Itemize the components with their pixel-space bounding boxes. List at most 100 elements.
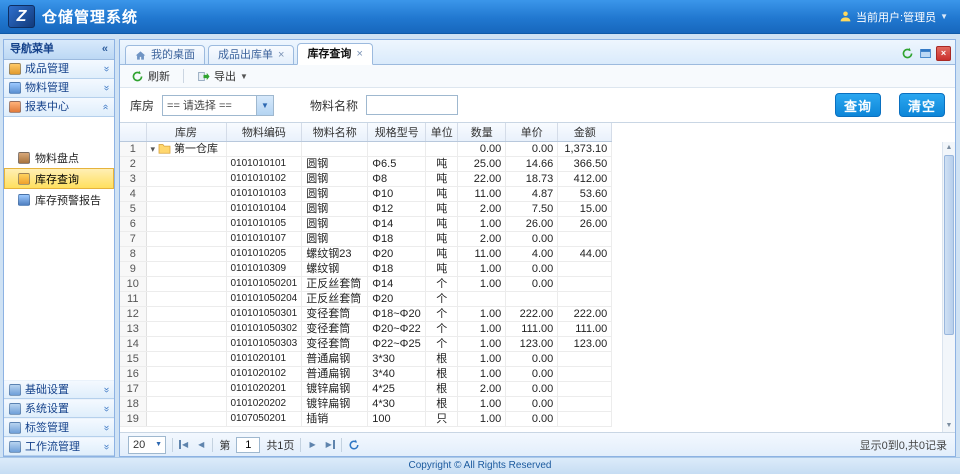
main-panel: 我的桌面 成品出库单 × 库存查询 × × (119, 39, 956, 457)
cell-name: 变径套筒 (302, 321, 368, 336)
first-page-icon[interactable]: ◀ (179, 440, 190, 449)
combo-arrow-icon[interactable]: ▼ (256, 96, 273, 115)
page-size-select[interactable]: 20 ▼ (128, 436, 166, 454)
group-label: 基础设置 (25, 381, 69, 399)
cell-qty: 25.00 (458, 156, 506, 171)
tab-my-desktop[interactable]: 我的桌面 (125, 45, 205, 65)
cell-code: 010101050302 (226, 321, 302, 336)
warehouse-select[interactable]: == 请选择 == ▼ (162, 95, 274, 116)
prev-page-icon[interactable]: ◀ (196, 440, 206, 449)
cell-name: 普通扁钢 (302, 366, 368, 381)
table-row[interactable]: 17 0101020201 镀锌扁钢 4*25 根 2.00 0.00 (120, 381, 612, 396)
page-size-value: 20 (129, 439, 155, 451)
cell-qty: 1.00 (458, 276, 506, 291)
page-number-input[interactable] (236, 437, 260, 453)
column-header-qty[interactable]: 数量 (458, 123, 506, 141)
cell-warehouse (146, 171, 226, 186)
restore-window-icon[interactable] (918, 46, 933, 61)
table-row[interactable]: 9 0101010309 螺纹钢 Φ18 吨 1.00 0.00 (120, 261, 612, 276)
sidebar-group-basic-settings[interactable]: 基础设置 » (4, 380, 114, 399)
close-panel-icon[interactable]: × (936, 46, 951, 61)
sidebar-item-stocktake[interactable]: 物料盘点 (4, 147, 114, 168)
cell-amount: 111.00 (558, 321, 612, 336)
search-button[interactable]: 查询 (835, 93, 881, 117)
tree-expand-icon[interactable]: ▾ (151, 142, 156, 156)
cell-name: 螺纹钢 (302, 261, 368, 276)
sidebar-group-label-management[interactable]: 标签管理 » (4, 418, 114, 437)
table-row[interactable]: 12 010101050301 变径套筒 Φ18~Φ20 个 1.00 222.… (120, 306, 612, 321)
cell-spec: 4*25 (368, 381, 426, 396)
table-row[interactable]: 11 010101050204 正反丝套筒 Φ20 个 (120, 291, 612, 306)
table-row[interactable]: 10 010101050201 正反丝套筒 Φ14 个 1.00 0.00 (120, 276, 612, 291)
chevron-down-icon: ▼ (240, 72, 248, 81)
column-header-price[interactable]: 单价 (506, 123, 558, 141)
filter-bar: 库房 == 请选择 == ▼ 物料名称 查询 清空 (120, 88, 955, 122)
cell-unit: 只 (426, 411, 458, 426)
clear-button[interactable]: 清空 (899, 93, 945, 117)
column-header-spec[interactable]: 规格型号 (368, 123, 426, 141)
cell-amount: 53.60 (558, 186, 612, 201)
collapse-sidebar-icon[interactable]: « (102, 40, 108, 59)
inventory-table: 库房 物料编码 物料名称 规格型号 单位 数量 单价 金额 1 (120, 123, 612, 427)
last-page-icon[interactable]: ▶ (324, 440, 335, 449)
material-name-input[interactable] (366, 95, 458, 115)
cell-spec: Φ14 (368, 216, 426, 231)
cell-amount: 26.00 (558, 216, 612, 231)
cell-amount: 222.00 (558, 306, 612, 321)
close-icon[interactable]: × (356, 45, 362, 63)
refresh-button[interactable]: 刷新 (126, 67, 175, 85)
table-row[interactable]: 6 0101010105 圆钢 Φ14 吨 1.00 26.00 26.00 (120, 216, 612, 231)
column-header-name[interactable]: 物料名称 (302, 123, 368, 141)
column-header-code[interactable]: 物料编码 (226, 123, 302, 141)
next-page-icon[interactable]: ▶ (307, 440, 317, 449)
table-row[interactable]: 5 0101010104 圆钢 Φ12 吨 2.00 7.50 15.00 (120, 201, 612, 216)
cell-qty: 1.00 (458, 396, 506, 411)
cell-name: 变径套筒 (302, 306, 368, 321)
table-row[interactable]: 7 0101010107 圆钢 Φ18 吨 2.00 0.00 (120, 231, 612, 246)
scrollbar-up-icon[interactable]: ▲ (943, 142, 955, 154)
scrollbar-down-icon[interactable]: ▼ (943, 420, 955, 432)
cell-code: 0101010105 (226, 216, 302, 231)
table-row[interactable]: 8 0101010205 螺纹钢23 Φ20 吨 11.00 4.00 44.0… (120, 246, 612, 261)
cell-qty: 22.00 (458, 171, 506, 186)
export-button[interactable]: 导出 ▼ (192, 67, 253, 85)
vertical-scrollbar[interactable]: ▲ ▼ (942, 142, 955, 432)
sidebar-group-materials[interactable]: 物料管理 » (4, 79, 114, 98)
refresh-panel-icon[interactable] (900, 46, 915, 61)
reload-icon[interactable] (348, 439, 360, 451)
cell-unit: 吨 (426, 156, 458, 171)
table-row[interactable]: 4 0101010103 圆钢 Φ10 吨 11.00 4.87 53.60 (120, 186, 612, 201)
close-icon[interactable]: × (278, 46, 284, 64)
sidebar-group-workflow[interactable]: 工作流管理 » (4, 437, 114, 456)
table-row[interactable]: 19 0107050201 插销 100 只 1.00 0.00 (120, 411, 612, 426)
column-header-unit[interactable]: 单位 (426, 123, 458, 141)
table-row[interactable]: 16 0101020102 普通扁钢 3*40 根 1.00 0.00 (120, 366, 612, 381)
table-row[interactable]: 13 010101050302 变径套筒 Φ20~Φ22 个 1.00 111.… (120, 321, 612, 336)
tab-inventory-query[interactable]: 库存查询 × (297, 43, 372, 65)
sidebar-group-system-settings[interactable]: 系统设置 » (4, 399, 114, 418)
cell-code: 0101010309 (226, 261, 302, 276)
refresh-label: 刷新 (148, 68, 170, 84)
table-row[interactable]: 3 0101010102 圆钢 Φ8 吨 22.00 18.73 412.00 (120, 171, 612, 186)
sidebar-item-inventory-query[interactable]: 库存查询 (4, 168, 114, 189)
table-row[interactable]: 14 010101050303 变径套筒 Φ22~Φ25 个 1.00 123.… (120, 336, 612, 351)
table-row[interactable]: 15 0101020101 普通扁钢 3*30 根 1.00 0.00 (120, 351, 612, 366)
cell-code: 0101010102 (226, 171, 302, 186)
cell-unit: 根 (426, 366, 458, 381)
sidebar-item-inventory-alert[interactable]: 库存预警报告 (4, 189, 114, 210)
column-header-warehouse[interactable]: 库房 (146, 123, 226, 141)
user-menu[interactable]: 当前用户:管理员 ▼ (839, 9, 948, 25)
sidebar-group-reports[interactable]: 报表中心 » (4, 98, 114, 117)
column-header-amount[interactable]: 金额 (558, 123, 612, 141)
cell-price: 111.00 (506, 321, 558, 336)
group-label: 报表中心 (25, 98, 69, 116)
tab-outbound-order[interactable]: 成品出库单 × (208, 45, 294, 65)
sidebar-group-finished-goods[interactable]: 成品管理 » (4, 60, 114, 79)
panel-tools: × (900, 46, 951, 65)
table-row-warehouse[interactable]: 1 ▾ 第一仓库 0.0 (120, 141, 612, 156)
cell-unit: 吨 (426, 216, 458, 231)
table-row[interactable]: 18 0101020202 镀锌扁钢 4*30 根 1.00 0.00 (120, 396, 612, 411)
scrollbar-thumb[interactable] (944, 155, 954, 335)
table-row[interactable]: 2 0101010101 圆钢 Φ6.5 吨 25.00 14.66 366.5… (120, 156, 612, 171)
cell-amount (558, 411, 612, 426)
